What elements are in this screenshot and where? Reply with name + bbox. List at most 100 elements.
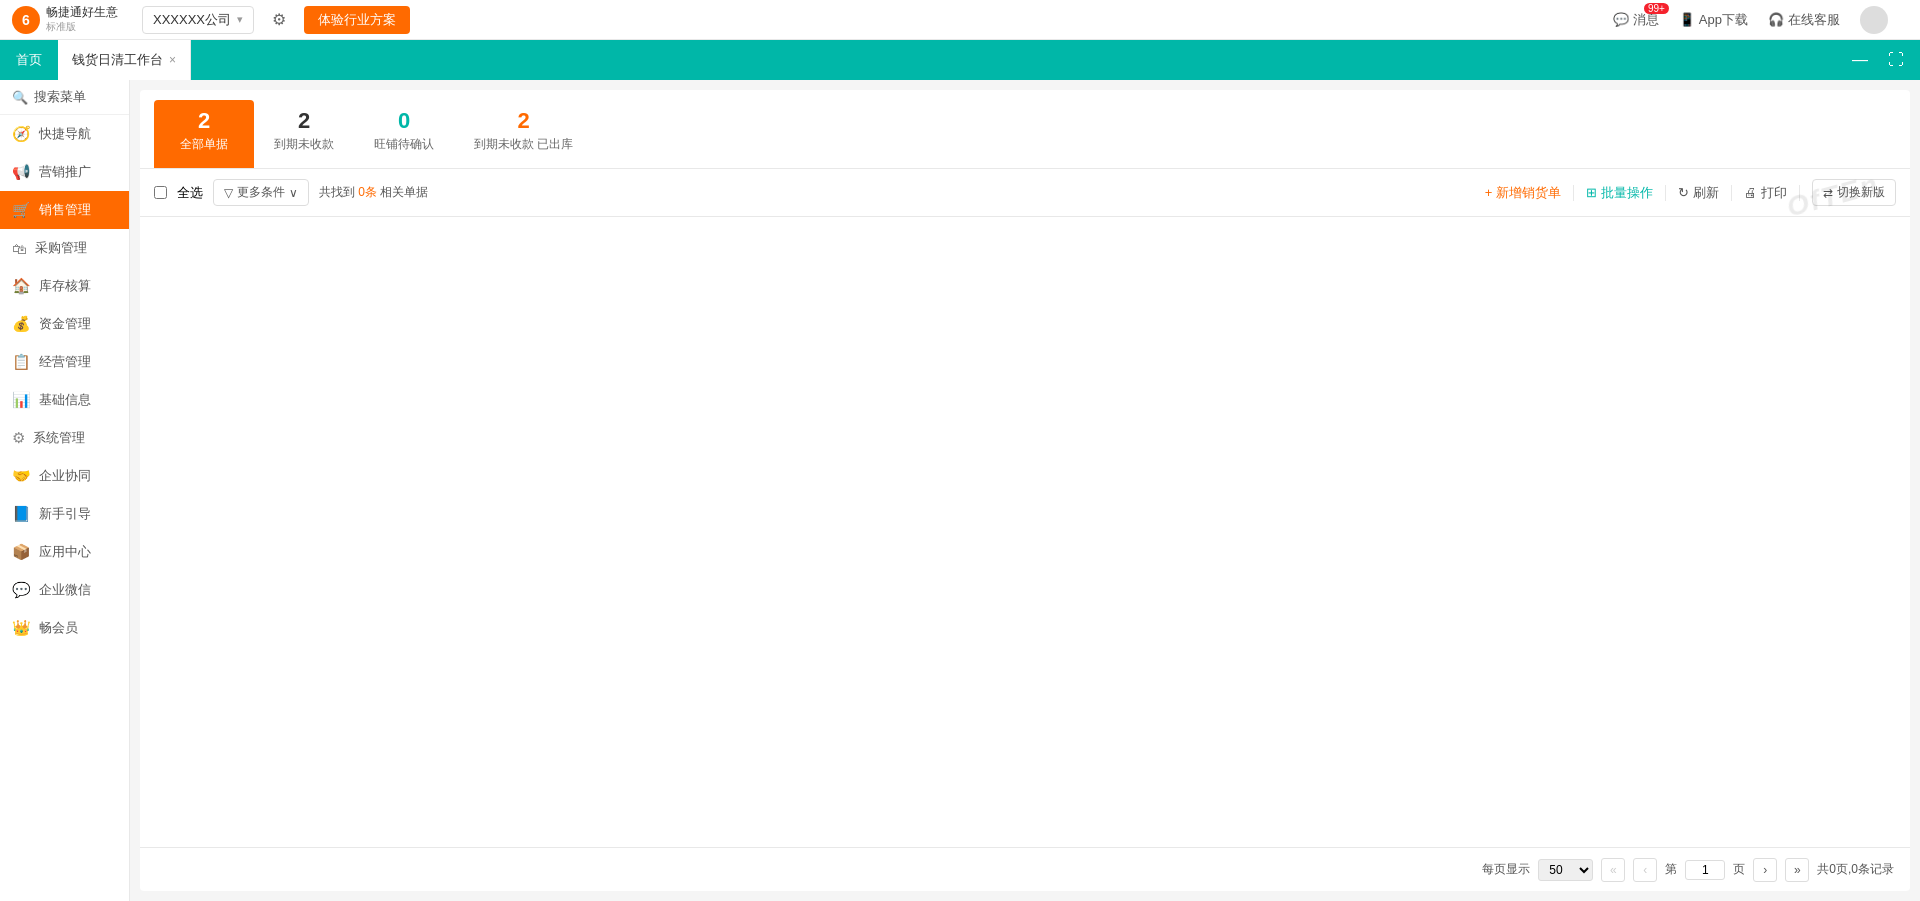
member-icon: 👑 bbox=[12, 619, 31, 637]
tab-qianghuo[interactable]: 钱货日清工作台 × bbox=[58, 40, 191, 80]
logo-subtitle: 标准版 bbox=[46, 20, 118, 34]
nav-icon: 🧭 bbox=[12, 125, 31, 143]
sidebar-item-enterprise[interactable]: 🤝 企业协同 bbox=[0, 457, 129, 495]
toolbar: 全选 ▽ 更多条件 ∨ 共找到 0条 相关单据 + 新增销货单 ⊞ 批量操作 bbox=[140, 169, 1910, 217]
headset-icon: 🎧 bbox=[1768, 12, 1784, 27]
stat-tab-overdue[interactable]: 2 到期未收款 bbox=[254, 100, 354, 168]
batch-icon: ⊞ bbox=[1586, 185, 1597, 200]
switch-label: 切换新版 bbox=[1837, 184, 1885, 201]
content-area: 2 全部单据 2 到期未收款 0 旺铺待确认 2 到期未收款 已出库 bbox=[130, 80, 1920, 901]
sidebar-item-guide[interactable]: 📘 新手引导 bbox=[0, 495, 129, 533]
operations-icon: 📋 bbox=[12, 353, 31, 371]
online-service-label: 在线客服 bbox=[1788, 11, 1840, 29]
per-page-select[interactable]: 50 100 200 bbox=[1538, 859, 1593, 881]
print-button[interactable]: 🖨 打印 bbox=[1744, 184, 1787, 202]
top-header: 6 畅捷通好生意 标准版 XXXXXX公司 ▾ ⚙ 体验行业方案 💬 消息 99… bbox=[0, 0, 1920, 40]
divider bbox=[1731, 185, 1732, 201]
company-selector[interactable]: XXXXXX公司 ▾ bbox=[142, 6, 254, 34]
app-download-button[interactable]: 📱 App下载 bbox=[1679, 11, 1748, 29]
trial-button[interactable]: 体验行业方案 bbox=[304, 6, 410, 34]
enterprise-icon: 🤝 bbox=[12, 467, 31, 485]
tab-bar: 首页 钱货日清工作台 × — ⛶ bbox=[0, 40, 1920, 80]
sidebar-item-member[interactable]: 👑 畅会员 bbox=[0, 609, 129, 647]
select-all-checkbox[interactable] bbox=[154, 186, 167, 199]
purchase-icon: 🛍 bbox=[12, 240, 27, 257]
sidebar-item-quick-nav[interactable]: 🧭 快捷导航 bbox=[0, 115, 129, 153]
found-count: 0条 bbox=[358, 185, 377, 199]
stat-label-overdue: 到期未收款 bbox=[274, 136, 334, 153]
search-menu-button[interactable]: 🔍 搜索菜单 bbox=[0, 80, 129, 115]
table-area bbox=[140, 217, 1910, 847]
page-label2: 页 bbox=[1733, 861, 1745, 878]
sidebar-item-app-center[interactable]: 📦 应用中心 bbox=[0, 533, 129, 571]
sidebar-label: 库存核算 bbox=[39, 277, 91, 295]
content-inner: 2 全部单据 2 到期未收款 0 旺铺待确认 2 到期未收款 已出库 bbox=[140, 90, 1910, 891]
batch-operation-button[interactable]: ⊞ 批量操作 bbox=[1586, 184, 1653, 202]
divider bbox=[1799, 185, 1800, 201]
tab-label: 钱货日清工作台 bbox=[72, 51, 163, 69]
page-next-button[interactable]: › bbox=[1753, 858, 1777, 882]
sidebar-item-system[interactable]: ⚙ 系统管理 bbox=[0, 419, 129, 457]
logo-area: 6 畅捷通好生意 标准版 bbox=[12, 5, 142, 35]
online-service-button[interactable]: 🎧 在线客服 bbox=[1768, 11, 1840, 29]
tab-close-icon[interactable]: × bbox=[169, 53, 176, 67]
sidebar-item-wechat[interactable]: 💬 企业微信 bbox=[0, 571, 129, 609]
page-number-input[interactable] bbox=[1685, 860, 1725, 880]
stat-num-overdue-shipped: 2 bbox=[518, 108, 530, 134]
refresh-icon: ↻ bbox=[1678, 185, 1689, 200]
page-prev-button[interactable]: ‹ bbox=[1633, 858, 1657, 882]
stat-label-all: 全部单据 bbox=[180, 136, 228, 153]
stat-num-overdue: 2 bbox=[298, 108, 310, 134]
sidebar-item-finance[interactable]: 💰 资金管理 bbox=[0, 305, 129, 343]
main-layout: 🔍 搜索菜单 🧭 快捷导航 📢 营销推广 🛒 销售管理 🛍 采购管理 🏠 库存核… bbox=[0, 80, 1920, 901]
print-label: 打印 bbox=[1761, 184, 1787, 202]
sales-icon: 🛒 bbox=[12, 201, 31, 219]
refresh-button[interactable]: ↻ 刷新 bbox=[1678, 184, 1719, 202]
app-center-icon: 📦 bbox=[12, 543, 31, 561]
per-page-label: 每页显示 bbox=[1482, 861, 1530, 878]
sidebar-label: 畅会员 bbox=[39, 619, 78, 637]
sidebar-item-operations[interactable]: 📋 经营管理 bbox=[0, 343, 129, 381]
wechat-icon: 💬 bbox=[12, 581, 31, 599]
tab-minimize-icon[interactable]: — bbox=[1846, 49, 1874, 71]
search-menu-label: 搜索菜单 bbox=[34, 88, 86, 106]
marketing-icon: 📢 bbox=[12, 163, 31, 181]
finance-icon: 💰 bbox=[12, 315, 31, 333]
page-last-button[interactable]: » bbox=[1785, 858, 1809, 882]
toolbar-right: + 新增销货单 ⊞ 批量操作 ↻ 刷新 🖨 打印 bbox=[1485, 179, 1896, 206]
filter-icon: ▽ bbox=[224, 186, 233, 200]
more-filter-button[interactable]: ▽ 更多条件 ∨ bbox=[213, 179, 309, 206]
tab-controls: — ⛶ bbox=[1846, 49, 1920, 71]
sidebar-item-inventory[interactable]: 🏠 库存核算 bbox=[0, 267, 129, 305]
message-button[interactable]: 💬 消息 99+ bbox=[1613, 11, 1659, 29]
guide-icon: 📘 bbox=[12, 505, 31, 523]
batch-label: 批量操作 bbox=[1601, 184, 1653, 202]
stat-num-all: 2 bbox=[198, 108, 210, 134]
sidebar-item-marketing[interactable]: 📢 营销推广 bbox=[0, 153, 129, 191]
stat-tab-pending[interactable]: 0 旺铺待确认 bbox=[354, 100, 454, 168]
sidebar-label: 营销推广 bbox=[39, 163, 91, 181]
settings-button[interactable]: ⚙ bbox=[264, 6, 294, 33]
page-first-button[interactable]: « bbox=[1601, 858, 1625, 882]
tab-maximize-icon[interactable]: ⛶ bbox=[1882, 49, 1910, 71]
tab-home[interactable]: 首页 bbox=[0, 40, 58, 80]
sidebar-item-purchase[interactable]: 🛍 采购管理 bbox=[0, 229, 129, 267]
stat-tab-all[interactable]: 2 全部单据 bbox=[154, 100, 254, 168]
stats-row: 2 全部单据 2 到期未收款 0 旺铺待确认 2 到期未收款 已出库 bbox=[140, 90, 1910, 169]
add-sale-button[interactable]: + 新增销货单 bbox=[1485, 184, 1561, 202]
switch-version-button[interactable]: ⇄ 切换新版 bbox=[1812, 179, 1896, 206]
company-name: XXXXXX公司 bbox=[153, 11, 231, 29]
sidebar-label: 企业协同 bbox=[39, 467, 91, 485]
search-icon: 🔍 bbox=[12, 90, 28, 105]
refresh-label: 刷新 bbox=[1693, 184, 1719, 202]
stat-tab-overdue-shipped[interactable]: 2 到期未收款 已出库 bbox=[454, 100, 593, 168]
divider bbox=[1573, 185, 1574, 201]
print-icon: 🖨 bbox=[1744, 185, 1757, 200]
inventory-icon: 🏠 bbox=[12, 277, 31, 295]
avatar[interactable] bbox=[1860, 6, 1888, 34]
gear-icon: ⚙ bbox=[272, 11, 286, 28]
sidebar-label: 经营管理 bbox=[39, 353, 91, 371]
logo-title: 畅捷通好生意 bbox=[46, 5, 118, 21]
sidebar-item-sales[interactable]: 🛒 销售管理 bbox=[0, 191, 129, 229]
sidebar-item-basic-info[interactable]: 📊 基础信息 bbox=[0, 381, 129, 419]
